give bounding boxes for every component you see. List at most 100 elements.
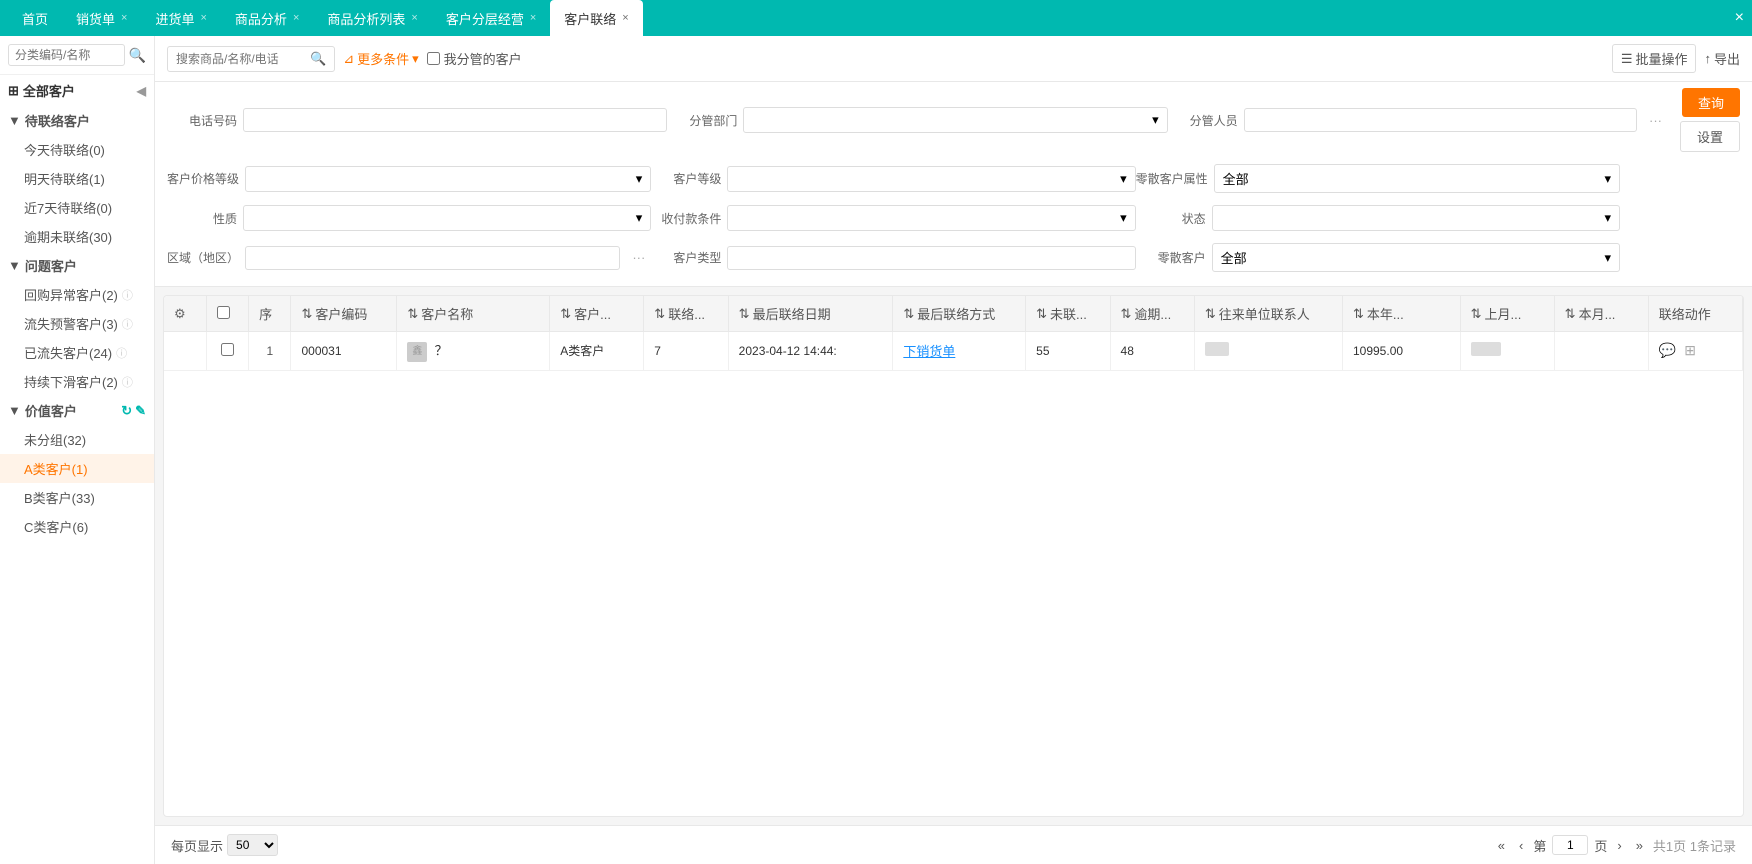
- th-year[interactable]: ⇅ 本年...: [1342, 296, 1460, 332]
- batch-op-label: 批量操作: [1635, 49, 1687, 68]
- sidebar-item-today[interactable]: 今天待联络(0): [0, 135, 154, 164]
- th-last-month[interactable]: ⇅ 上月...: [1460, 296, 1554, 332]
- manager-input[interactable]: [1244, 108, 1637, 132]
- sidebar-item-a-class[interactable]: A类客户(1): [0, 454, 154, 483]
- retail-select[interactable]: 全部▾: [1212, 243, 1620, 272]
- sidebar-item-c-class[interactable]: C类客户(6): [0, 512, 154, 541]
- th-year-sort: ⇅: [1353, 306, 1364, 322]
- tab-customer-contact[interactable]: 客户联络 ×: [550, 0, 642, 36]
- td-code: 000031: [291, 332, 397, 371]
- main-search-icon[interactable]: 🔍: [310, 51, 326, 67]
- filter-bar: 🔍 ⊿ 更多条件 ▾ 我分管的客户 ☰ 批量操作 ↑ 导出: [155, 36, 1752, 82]
- tab-purchase-close[interactable]: ×: [200, 12, 206, 24]
- manager-more[interactable]: ···: [1643, 113, 1668, 128]
- tab-purchase[interactable]: 进货单 ×: [141, 0, 220, 36]
- th-this-month-sort: ⇅: [1565, 306, 1576, 322]
- th-overdue[interactable]: ⇅ 逾期...: [1110, 296, 1194, 332]
- adv-cell-retail: 零散客户 全部▾: [1136, 243, 1620, 272]
- dept-select[interactable]: ▾: [743, 107, 1167, 133]
- tab-goods-analysis[interactable]: 商品分析 ×: [221, 0, 313, 36]
- tab-home[interactable]: 首页: [8, 0, 62, 36]
- customer-name-text: ？: [435, 343, 448, 358]
- phone-input[interactable]: [243, 108, 667, 132]
- tab-goods-list-close[interactable]: ×: [411, 12, 417, 24]
- td-checkbox: [206, 332, 248, 371]
- tab-goods-list[interactable]: 商品分析列表 ×: [313, 0, 431, 36]
- region-more[interactable]: ···: [626, 250, 651, 265]
- more-filters-button[interactable]: ⊿ 更多条件 ▾: [343, 49, 418, 68]
- region-input[interactable]: [245, 246, 620, 270]
- select-all-checkbox[interactable]: [217, 306, 230, 319]
- th-name[interactable]: ⇅ 客户名称: [397, 296, 550, 332]
- sidebar-item-lost[interactable]: 已流失客户(24) ⓘ: [0, 338, 154, 367]
- sidebar-item-ungrouped[interactable]: 未分组(32): [0, 425, 154, 454]
- per-page-select[interactable]: 50 100 200: [227, 834, 278, 856]
- tab-sales-close[interactable]: ×: [121, 12, 127, 24]
- th-last-method[interactable]: ⇅ 最后联络方式: [893, 296, 1026, 332]
- problem-header[interactable]: ▼ 问题客户: [0, 251, 154, 280]
- payment-label: 收付款条件: [651, 210, 721, 227]
- th-contact-count[interactable]: ⇅ 联络...: [644, 296, 728, 332]
- price-level-select[interactable]: ▾: [245, 166, 651, 192]
- message-icon[interactable]: 💬: [1659, 342, 1676, 359]
- page-input[interactable]: [1552, 835, 1588, 855]
- next-page-button[interactable]: ›: [1613, 836, 1625, 855]
- th-contacts[interactable]: ⇅ 往来单位联系人: [1194, 296, 1342, 332]
- all-customers-header[interactable]: ⊞ 全部客户 ◀: [0, 75, 154, 106]
- tab-goods-analysis-close[interactable]: ×: [293, 12, 299, 24]
- value-header[interactable]: ▼ 价值客户 ↻ ✎: [0, 396, 154, 425]
- sidebar-item-tomorrow[interactable]: 明天待联络(1): [0, 164, 154, 193]
- td-type: A类客户: [550, 332, 644, 371]
- content-area: 🔍 ⊿ 更多条件 ▾ 我分管的客户 ☰ 批量操作 ↑ 导出: [155, 36, 1752, 864]
- last-page-button[interactable]: »: [1632, 836, 1647, 855]
- status-select[interactable]: ▾: [1212, 205, 1620, 231]
- nature-select[interactable]: ▾: [243, 205, 651, 231]
- sidebar-item-lostwarning[interactable]: 流失预警客户(3) ⓘ: [0, 309, 154, 338]
- sidebar-item-overdue[interactable]: 逾期未联络(30): [0, 222, 154, 251]
- batch-op-button[interactable]: ☰ 批量操作: [1612, 44, 1697, 73]
- sidebar-item-7days[interactable]: 近7天待联络(0): [0, 193, 154, 222]
- info-icon-lostwarning: ⓘ: [122, 316, 133, 332]
- sidebar-search-input[interactable]: [8, 44, 125, 66]
- first-page-button[interactable]: «: [1494, 836, 1509, 855]
- qr-icon[interactable]: ⊞: [1684, 342, 1696, 359]
- sidebar-item-b-class[interactable]: B类客户(33): [0, 483, 154, 512]
- customer-type-input[interactable]: [727, 246, 1135, 270]
- search-button[interactable]: 查询: [1682, 88, 1740, 117]
- tab-customer-contact-close[interactable]: ×: [622, 12, 628, 24]
- pending-header[interactable]: ▼ 待联络客户: [0, 106, 154, 135]
- th-no-contact[interactable]: ⇅ 未联...: [1026, 296, 1110, 332]
- last-method-link[interactable]: 下销货单: [903, 344, 955, 359]
- th-this-month[interactable]: ⇅ 本月...: [1554, 296, 1648, 332]
- customer-level-select[interactable]: ▾: [727, 166, 1135, 192]
- filter-icon: ⊿: [343, 51, 354, 67]
- th-type-sort: ⇅: [560, 306, 571, 322]
- th-code[interactable]: ⇅ 客户编码: [291, 296, 397, 332]
- status-arrow: ▾: [1604, 210, 1611, 226]
- my-customers-check[interactable]: [427, 52, 440, 65]
- sidebar-item-abnormal[interactable]: 回购异常客户(2) ⓘ: [0, 280, 154, 309]
- adv-cell-price-level: 客户价格等级 ▾: [167, 166, 651, 192]
- table-row: 1 000031 鑫 ？ A类客户 7 2023-04-12 14:44: 下销…: [164, 332, 1743, 371]
- th-type[interactable]: ⇅ 客户...: [550, 296, 644, 332]
- retail-attr-select[interactable]: 全部▾: [1214, 164, 1620, 193]
- prev-page-button[interactable]: ‹: [1515, 836, 1527, 855]
- edit-icon[interactable]: ✎: [135, 403, 146, 419]
- tab-sales[interactable]: 销货单 ×: [62, 0, 141, 36]
- th-last-date[interactable]: ⇅ 最后联络日期: [728, 296, 893, 332]
- row-checkbox[interactable]: [221, 343, 234, 356]
- setting-button[interactable]: 设置: [1680, 121, 1740, 152]
- sidebar-search-button[interactable]: 🔍: [129, 47, 146, 64]
- refresh-icon[interactable]: ↻: [121, 403, 132, 419]
- main-search-input[interactable]: [176, 52, 306, 66]
- tab-customer-tier[interactable]: 客户分层经营 ×: [432, 0, 550, 36]
- export-button[interactable]: ↑ 导出: [1704, 49, 1740, 68]
- settings-gear-icon[interactable]: ⚙: [174, 306, 186, 321]
- sidebar-item-declining[interactable]: 持续下滑客户(2) ⓘ: [0, 367, 154, 396]
- payment-select[interactable]: ▾: [727, 205, 1135, 231]
- contact-bar: [1205, 342, 1229, 356]
- retail-attr-label: 零散客户属性: [1136, 170, 1208, 187]
- close-all-button[interactable]: ×: [1735, 9, 1744, 27]
- th-index: 序: [249, 296, 291, 332]
- tab-customer-tier-close[interactable]: ×: [530, 12, 536, 24]
